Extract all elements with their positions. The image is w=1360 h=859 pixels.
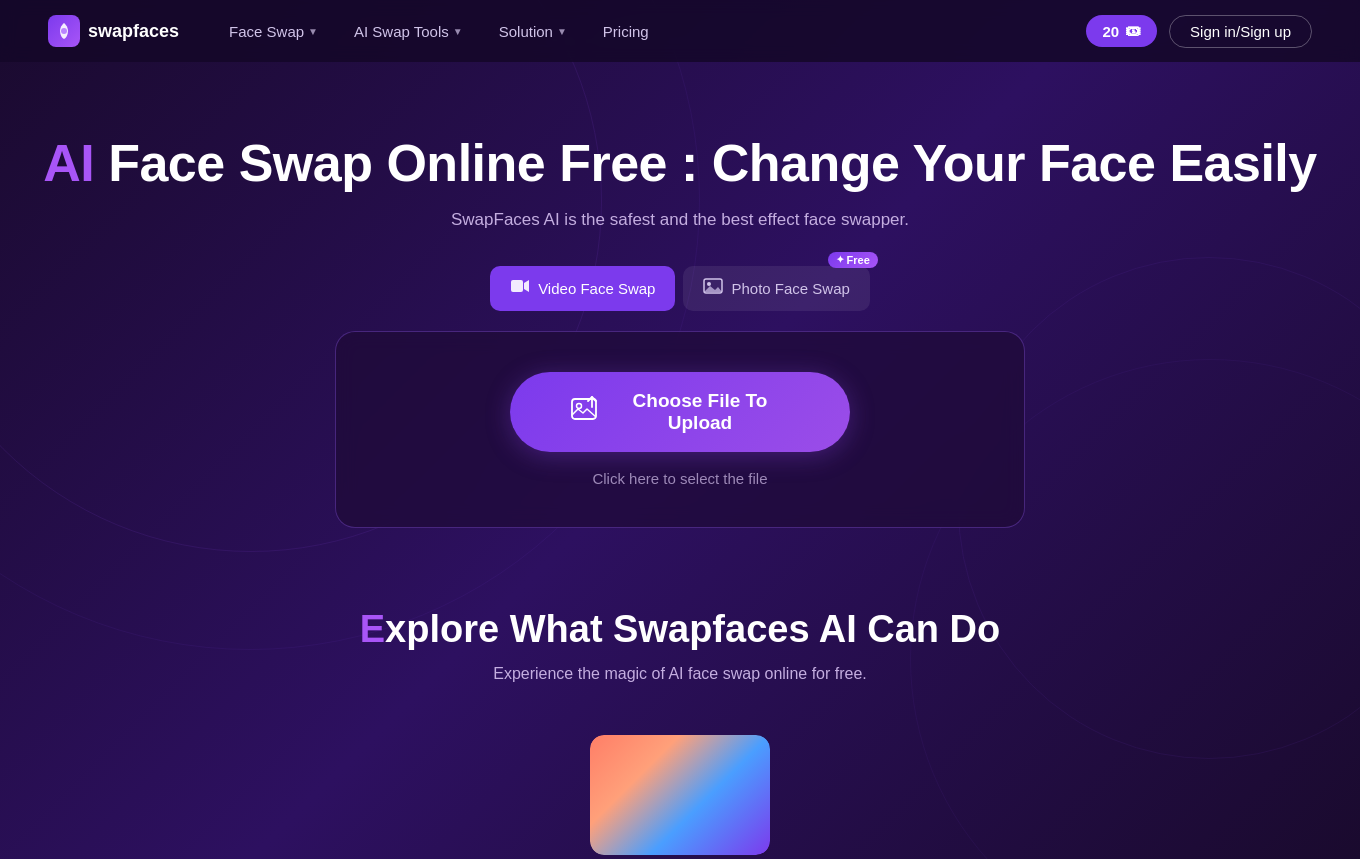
credits-count: 20 (1102, 23, 1119, 40)
svg-point-4 (707, 282, 711, 286)
logo-text: swapfaces (88, 21, 179, 42)
logo[interactable]: swapfaces (48, 15, 179, 47)
hero-title-rest: Face Swap Online Free : Change Your Face… (94, 134, 1317, 192)
nav-left: swapfaces Face Swap ▼ AI Swap Tools ▼ So… (48, 15, 663, 48)
explore-subtitle: Experience the magic of AI face swap onl… (48, 665, 1312, 683)
nav-link-pricing-label: Pricing (603, 23, 649, 40)
preview-card (590, 735, 770, 855)
svg-point-0 (61, 28, 67, 34)
photo-icon (703, 276, 723, 301)
tab-video-label: Video Face Swap (538, 280, 655, 297)
tab-video-face-swap[interactable]: Video Face Swap (490, 266, 675, 311)
nav-link-solution-label: Solution (499, 23, 553, 40)
credits-icon: 🎟 (1125, 22, 1141, 40)
nav-link-face-swap[interactable]: Face Swap ▼ (215, 15, 332, 48)
preview-strip (0, 735, 1360, 855)
upload-area[interactable]: Choose File To Upload Click here to sele… (335, 331, 1025, 528)
tab-photo-wrapper: Photo Face Swap ✦ Free (683, 266, 869, 311)
svg-rect-1 (511, 280, 523, 292)
nav-link-ai-swap-tools[interactable]: AI Swap Tools ▼ (340, 15, 477, 48)
hero-subtitle: SwapFaces AI is the safest and the best … (451, 210, 909, 230)
upload-button[interactable]: Choose File To Upload (510, 372, 850, 452)
svg-point-7 (577, 403, 582, 408)
nav-links: Face Swap ▼ AI Swap Tools ▼ Solution ▼ P… (215, 15, 663, 48)
chevron-down-icon: ▼ (453, 26, 463, 37)
nav-link-face-swap-label: Face Swap (229, 23, 304, 40)
nav-link-pricing[interactable]: Pricing (589, 15, 663, 48)
signin-button[interactable]: Sign in/Sign up (1169, 15, 1312, 48)
tab-container: Video Face Swap Photo Face Swap ✦ Free (490, 266, 870, 311)
svg-marker-2 (524, 280, 529, 292)
chevron-down-icon: ▼ (308, 26, 318, 37)
video-icon (510, 276, 530, 301)
explore-title: Explore What Swapfaces AI Can Do (48, 608, 1312, 651)
credits-button[interactable]: 20 🎟 (1086, 15, 1157, 47)
logo-icon (48, 15, 80, 47)
free-badge-label: Free (847, 254, 870, 266)
hero-section: AI Face Swap Online Free : Change Your F… (0, 62, 1360, 568)
explore-title-e: E (360, 608, 385, 650)
nav-link-ai-swap-tools-label: AI Swap Tools (354, 23, 449, 40)
star-icon: ✦ (836, 254, 844, 265)
navbar: swapfaces Face Swap ▼ AI Swap Tools ▼ So… (0, 0, 1360, 62)
chevron-down-icon: ▼ (557, 26, 567, 37)
tab-photo-label: Photo Face Swap (731, 280, 849, 297)
tab-photo-face-swap[interactable]: Photo Face Swap (683, 266, 869, 311)
explore-title-rest: xplore What Swapfaces AI Can Do (385, 608, 1000, 650)
upload-button-label: Choose File To Upload (610, 390, 790, 434)
svg-marker-5 (704, 286, 722, 292)
nav-right: 20 🎟 Sign in/Sign up (1086, 15, 1312, 48)
hero-title-ai: AI (43, 134, 94, 192)
nav-link-solution[interactable]: Solution ▼ (485, 15, 581, 48)
free-badge: ✦ Free (828, 252, 878, 268)
preview-card-image (590, 735, 770, 855)
upload-icon (570, 395, 598, 429)
explore-section: Explore What Swapfaces AI Can Do Experie… (0, 568, 1360, 735)
hero-title: AI Face Swap Online Free : Change Your F… (43, 134, 1317, 194)
upload-hint: Click here to select the file (592, 470, 767, 487)
